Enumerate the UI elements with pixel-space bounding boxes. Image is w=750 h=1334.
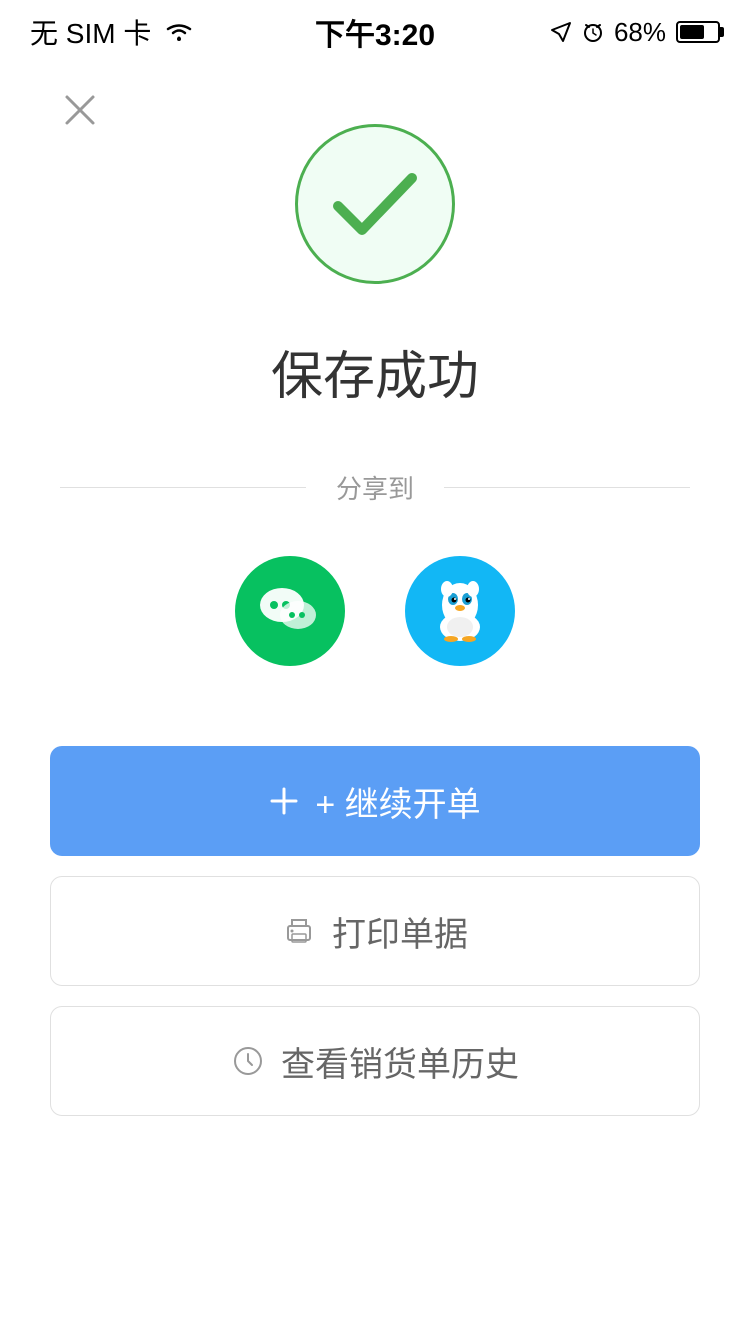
success-title: 保存成功 (271, 334, 479, 409)
divider-right (444, 487, 690, 488)
battery-percentage: 68% (614, 17, 666, 48)
action-buttons: + 继续开单 打印单据 查看销货单历史 (0, 746, 750, 1116)
qq-icon (427, 577, 493, 645)
wifi-icon (163, 20, 195, 44)
status-bar: 无 SIM 卡 下午3:20 68% (0, 0, 750, 64)
close-icon (59, 89, 101, 131)
print-button[interactable]: 打印单据 (50, 876, 700, 986)
qq-share-button[interactable] (405, 556, 515, 666)
success-circle (295, 124, 455, 284)
share-label: 分享到 (306, 469, 444, 506)
print-button-label: 打印单据 (332, 907, 468, 956)
clock-icon (231, 1044, 265, 1078)
history-button-label: 查看销货单历史 (281, 1037, 519, 1086)
printer-icon (282, 914, 316, 948)
checkmark-icon (330, 164, 420, 244)
wechat-share-button[interactable] (235, 556, 345, 666)
status-time: 下午3:20 (315, 10, 435, 54)
continue-button[interactable]: + 继续开单 (50, 746, 700, 856)
history-button[interactable]: 查看销货单历史 (50, 1006, 700, 1116)
location-icon (550, 21, 572, 43)
carrier-text: 无 SIM 卡 (30, 12, 151, 52)
main-content: 保存成功 分享到 (0, 64, 750, 1116)
wechat-icon (256, 581, 324, 641)
divider-left (60, 487, 306, 488)
continue-button-label: + 继续开单 (315, 777, 480, 826)
share-icons (235, 556, 515, 666)
status-left: 无 SIM 卡 (30, 12, 195, 52)
status-right: 68% (550, 17, 720, 48)
share-section: 分享到 (0, 469, 750, 506)
alarm-icon (582, 21, 604, 43)
plus-icon (269, 786, 299, 816)
battery-icon (676, 21, 720, 43)
close-button[interactable] (50, 80, 110, 140)
